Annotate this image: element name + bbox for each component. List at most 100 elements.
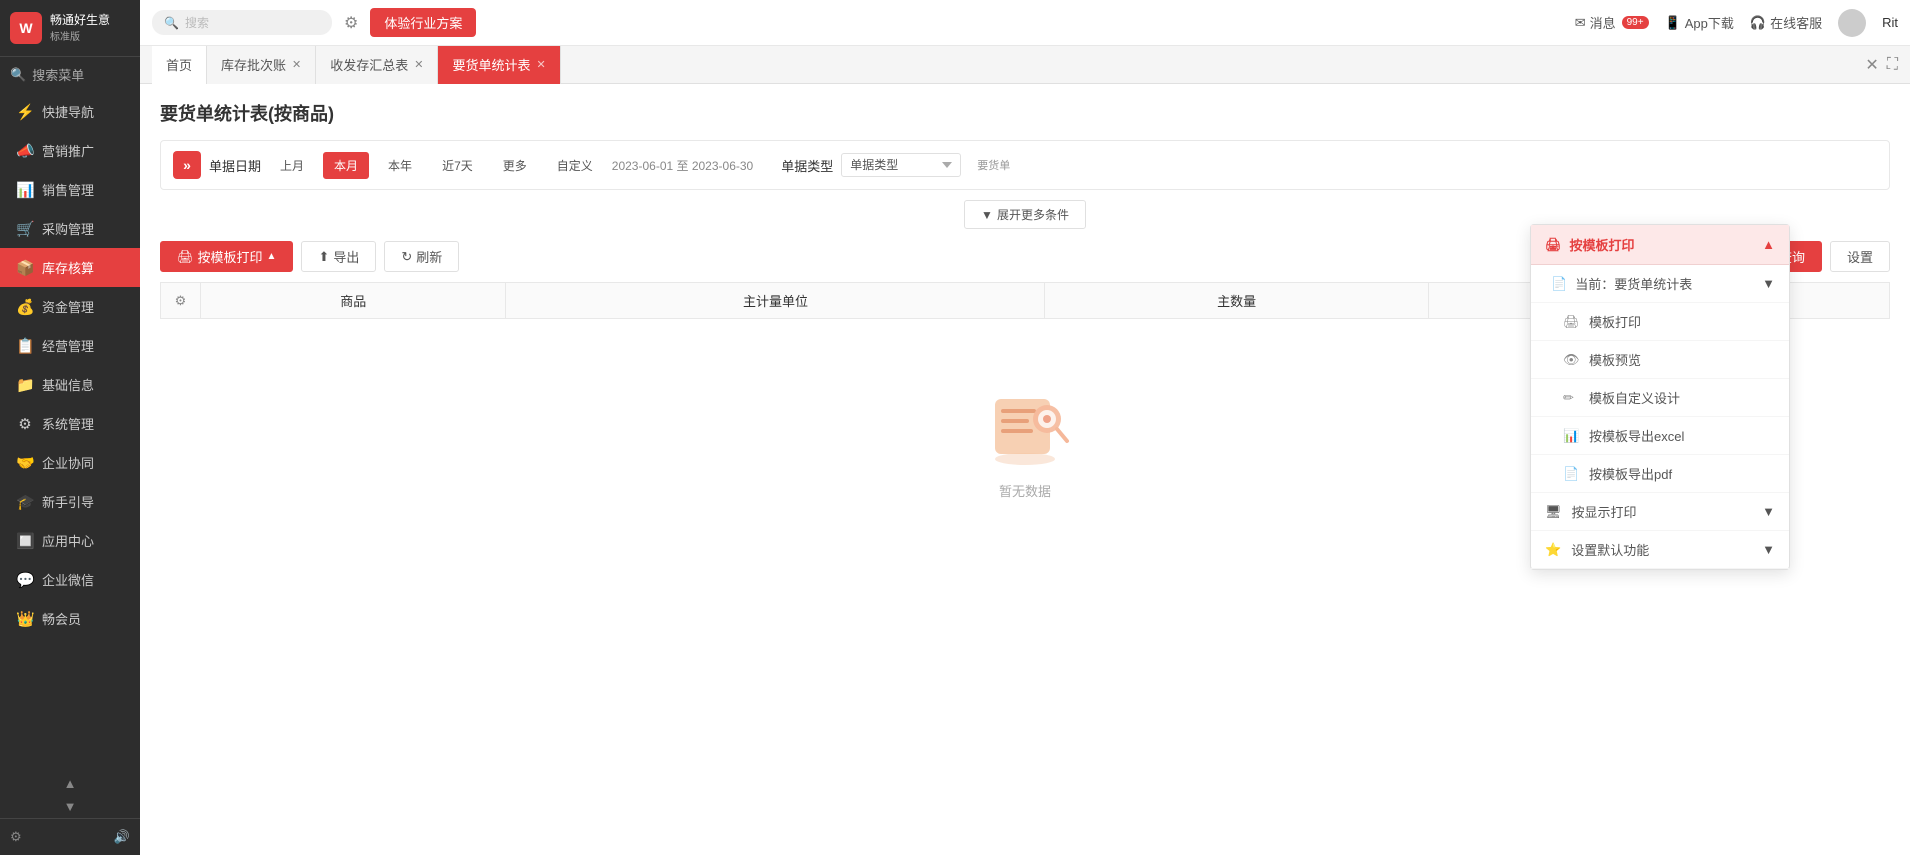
empty-illustration <box>975 379 1075 469</box>
page-content: 要货单统计表(按商品) » 单据日期 上月 本月 本年 近7天 更多 自定义 2… <box>140 84 1910 855</box>
nav-icon-caigou: 🛒 <box>16 220 34 238</box>
expand-more-button[interactable]: ▼ 展开更多条件 <box>964 200 1086 229</box>
sidebar-search[interactable]: 🔍 搜索菜单 <box>0 57 140 92</box>
tab-home[interactable]: 首页 <box>152 46 207 84</box>
sidebar-item-jingying[interactable]: 📋 经营管理 <box>0 326 140 365</box>
display-print-chevron: ▼ <box>1762 504 1775 519</box>
sidebar-scroll-down[interactable]: ▼ <box>0 795 140 818</box>
settings-bottom-icon[interactable]: ⚙ <box>10 829 22 845</box>
industry-solution-button[interactable]: 体验行业方案 <box>370 8 476 37</box>
sidebar-item-xitong[interactable]: ⚙ 系统管理 <box>0 404 140 443</box>
nav-icon-kucun: 📦 <box>16 259 34 277</box>
dropdown-item-template-print[interactable]: 🖨 模板打印 <box>1531 303 1789 341</box>
sidebar-item-kuaijie[interactable]: ⚡ 快捷导航 <box>0 92 140 131</box>
print-chevron-icon: ▲ <box>267 251 277 262</box>
top-header: 🔍 搜索 ⚙ 体验行业方案 ✉ 消息 99+ 📱 App下载 🎧 在线客服 Ri… <box>140 0 1910 46</box>
export-label: 导出 <box>333 247 359 266</box>
search-icon: 🔍 <box>10 67 26 83</box>
header-right: ✉ 消息 99+ 📱 App下载 🎧 在线客服 Rit <box>1575 9 1898 37</box>
dropdown-item-export-pdf[interactable]: 📄 按模板导出pdf <box>1531 455 1789 493</box>
print-icon: 🖨 <box>177 249 194 265</box>
date-this-year[interactable]: 本年 <box>377 152 423 179</box>
dropdown-header-label: 按模板打印 <box>1570 235 1635 254</box>
nav-icon-xiaoshou: 📊 <box>16 181 34 199</box>
sidebar-item-yingyong[interactable]: 🔲 应用中心 <box>0 521 140 560</box>
type-filter-select[interactable]: 单据类型 要货单 <box>841 153 961 177</box>
sidebar-item-weixin[interactable]: 💬 企业微信 <box>0 560 140 599</box>
maximize-window-button[interactable]: ⛶ <box>1887 56 1898 74</box>
dropdown-header[interactable]: 🖨 按模板打印 ▲ <box>1531 225 1789 265</box>
col-settings: ⚙ <box>161 283 201 319</box>
date-last-month[interactable]: 上月 <box>269 152 315 179</box>
dropdown-chevron-icon: ▲ <box>1762 237 1775 252</box>
search-label: 搜索菜单 <box>32 65 84 84</box>
col-settings-icon[interactable]: ⚙ <box>175 293 187 308</box>
sidebar-scroll-up[interactable]: ▲ <box>0 772 140 795</box>
nav-icon-yingxiao: 📣 <box>16 142 34 160</box>
export-button[interactable]: ⬆ 导出 <box>301 241 376 272</box>
tab-close-kucun[interactable]: ✕ <box>292 58 301 71</box>
logo-icon: W <box>10 12 42 44</box>
sidebar-item-xinshou[interactable]: 🎓 新手引导 <box>0 482 140 521</box>
nav-icon-qiye: 🤝 <box>16 454 34 472</box>
tab-home-label: 首页 <box>166 55 192 74</box>
dropdown-current-item[interactable]: 📄 当前：要货单统计表 ▼ <box>1531 265 1789 303</box>
yaohuotype-label: 要货单 <box>977 157 1010 173</box>
dropdown-item-export-excel[interactable]: 📊 按模板导出excel <box>1531 417 1789 455</box>
date-custom[interactable]: 自定义 <box>546 152 604 179</box>
sidebar-item-jichu[interactable]: 📁 基础信息 <box>0 365 140 404</box>
header-search[interactable]: 🔍 搜索 <box>152 10 332 35</box>
nav-label-caigou: 采购管理 <box>42 219 94 238</box>
app-download-button[interactable]: 📱 App下载 <box>1665 13 1734 32</box>
tab-close-yaohuo[interactable]: ✕ <box>537 58 546 71</box>
nav-icon-zijin: 💰 <box>16 298 34 316</box>
date-this-month[interactable]: 本月 <box>323 152 369 179</box>
dropdown-menu: 🖨 按模板打印 ▲ 📄 当前：要货单统计表 ▼ 🖨 模板打印 👁 模板预览 ✏ … <box>1530 224 1790 570</box>
settings-label: 设置 <box>1847 247 1873 266</box>
dropdown-item-template-design[interactable]: ✏ 模板自定义设计 <box>1531 379 1789 417</box>
nav-icon-xinshou: 🎓 <box>16 493 34 511</box>
messages-button[interactable]: ✉ 消息 99+ <box>1575 13 1649 32</box>
nav-label-huiyuan: 畅会员 <box>42 609 81 628</box>
print-label: 按模板打印 <box>198 247 263 266</box>
filter-expand-button[interactable]: » <box>173 151 201 179</box>
settings-gear-icon[interactable]: ⚙ <box>344 13 358 33</box>
close-window-button[interactable]: ✕ <box>1865 55 1878 75</box>
nav-icon-huiyuan: 👑 <box>16 610 34 628</box>
nav-label-yingyong: 应用中心 <box>42 531 94 550</box>
sidebar-item-zijin[interactable]: 💰 资金管理 <box>0 287 140 326</box>
template-design-label: 模板自定义设计 <box>1589 388 1680 407</box>
dropdown-item-template-preview[interactable]: 👁 模板预览 <box>1531 341 1789 379</box>
date-last7[interactable]: 近7天 <box>431 152 484 179</box>
sidebar-item-huiyuan[interactable]: 👑 畅会员 <box>0 599 140 638</box>
sidebar-item-xiaoshou[interactable]: 📊 销售管理 <box>0 170 140 209</box>
sidebar-logo: W 畅通好生意 标准版 <box>0 0 140 57</box>
nav-label-xitong: 系统管理 <box>42 414 94 433</box>
sound-bottom-icon[interactable]: 🔊 <box>114 829 130 845</box>
window-control-btns: ✕ ⛶ <box>1865 55 1910 75</box>
settings-button[interactable]: 设置 <box>1830 241 1890 272</box>
online-service-button[interactable]: 🎧 在线客服 <box>1750 13 1822 32</box>
sidebar-item-qiye[interactable]: 🤝 企业协同 <box>0 443 140 482</box>
export-pdf-icon: 📄 <box>1563 466 1579 482</box>
export-icon: ⬆ <box>318 249 329 265</box>
sidebar-item-kucun[interactable]: 📦 库存核算 <box>0 248 140 287</box>
dropdown-set-default[interactable]: ⭐ 设置默认功能 ▼ <box>1531 531 1789 569</box>
search-placeholder-text: 搜索 <box>185 14 209 31</box>
message-icon: ✉ <box>1575 15 1586 31</box>
set-default-label: 设置默认功能 <box>1571 540 1649 559</box>
tab-yaohuo-tongji[interactable]: 要货单统计表 ✕ <box>438 46 560 84</box>
tab-close-shoufa[interactable]: ✕ <box>414 58 423 71</box>
user-avatar[interactable] <box>1838 9 1866 37</box>
dropdown-display-print[interactable]: 🖥 按显示打印 ▼ <box>1531 493 1789 531</box>
tab-kucun-pizhang[interactable]: 库存批次账 ✕ <box>207 46 316 84</box>
print-template-button[interactable]: 🖨 按模板打印 ▲ <box>160 241 293 272</box>
sidebar-item-yingxiao[interactable]: 📣 营销推广 <box>0 131 140 170</box>
sidebar-item-caigou[interactable]: 🛒 采购管理 <box>0 209 140 248</box>
refresh-button[interactable]: ↻ 刷新 <box>384 241 459 272</box>
tab-shoufa-huizong[interactable]: 收发存汇总表 ✕ <box>316 46 438 84</box>
date-more[interactable]: 更多 <box>492 152 538 179</box>
nav-label-jingying: 经营管理 <box>42 336 94 355</box>
template-preview-icon: 👁 <box>1563 352 1579 368</box>
nav-icon-jingying: 📋 <box>16 337 34 355</box>
